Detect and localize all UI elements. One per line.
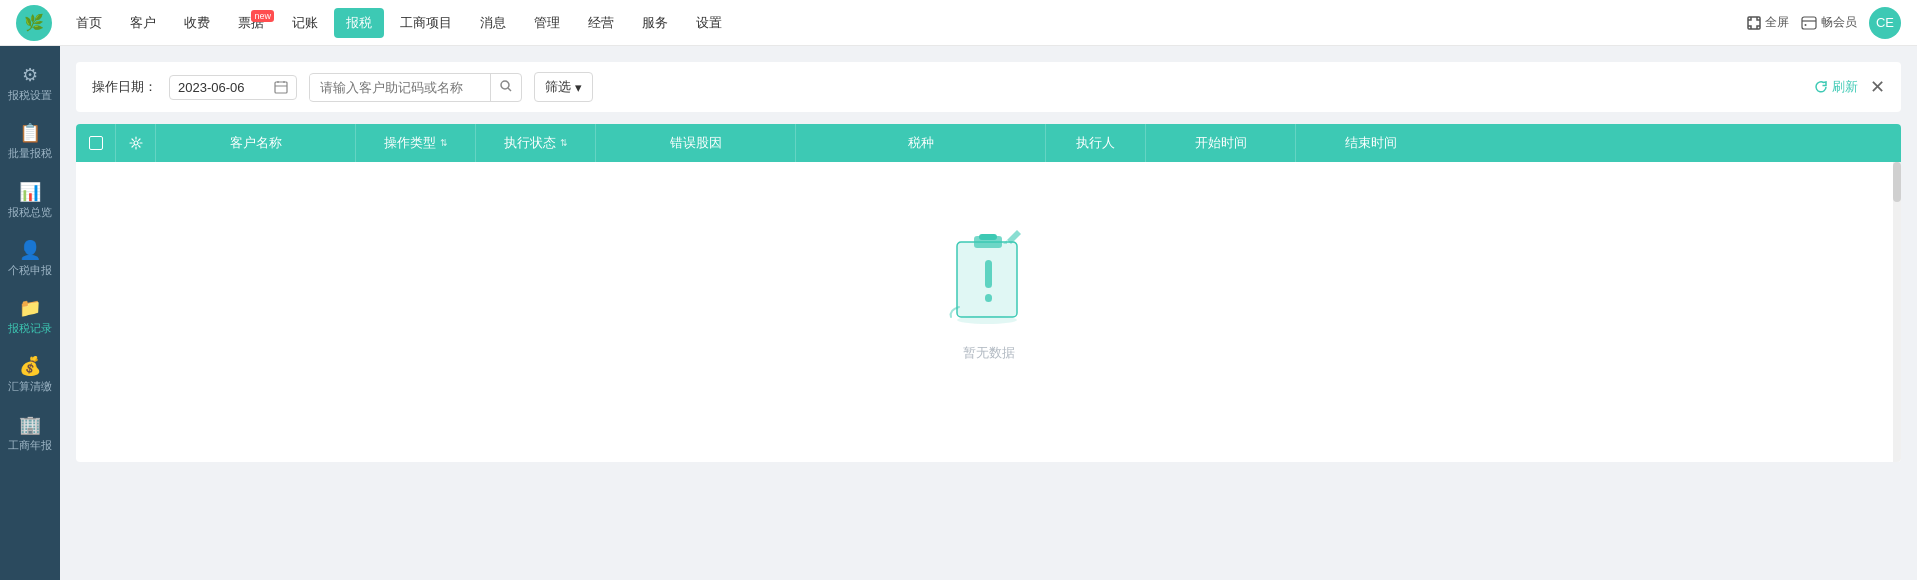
logo[interactable]: 🌿: [16, 5, 52, 41]
sidebar-item-报税总览[interactable]: 📊 报税总览: [0, 173, 60, 227]
avatar[interactable]: CE: [1869, 7, 1901, 39]
svg-point-13: [957, 316, 1017, 324]
nav-badge-票据: new: [251, 10, 274, 22]
sidebar-label-报税设置: 报税设置: [8, 88, 52, 102]
search-icon: [499, 79, 513, 93]
sidebar-item-报税记录[interactable]: 📁 报税记录: [0, 289, 60, 343]
sidebar-item-汇算清缴[interactable]: 💰 汇算清缴: [0, 347, 60, 401]
sidebar-icon-汇算清缴: 💰: [19, 355, 41, 377]
sidebar-label-报税总览: 报税总览: [8, 205, 52, 219]
svg-point-6: [501, 81, 509, 89]
nav-item-报税[interactable]: 报税: [334, 8, 384, 38]
nav-item-收费[interactable]: 收费: [172, 8, 222, 38]
col-executor: 执行人: [1046, 124, 1146, 162]
sidebar-label-汇算清缴: 汇算清缴: [8, 379, 52, 393]
close-button[interactable]: ✕: [1870, 76, 1885, 98]
nav-item-设置[interactable]: 设置: [684, 8, 734, 38]
col-settings[interactable]: [116, 124, 156, 162]
scrollbar-track[interactable]: [1893, 162, 1901, 462]
col-end-time: 结束时间: [1296, 124, 1446, 162]
calendar-icon: [274, 80, 288, 94]
sidebar-icon-报税设置: ⚙: [22, 64, 38, 86]
col-tax-type: 税种: [796, 124, 1046, 162]
svg-point-4: [1805, 24, 1807, 26]
table-body: 暂无数据: [76, 162, 1901, 462]
toolbar-right: 刷新 ✕: [1814, 76, 1885, 98]
nav-item-消息[interactable]: 消息: [468, 8, 518, 38]
member-button[interactable]: 畅会员: [1801, 14, 1857, 31]
fullscreen-button[interactable]: 全屏: [1747, 14, 1789, 31]
sidebar-item-个税申报[interactable]: 👤 个税申报: [0, 231, 60, 285]
member-label: 畅会员: [1821, 14, 1857, 31]
nav-item-管理[interactable]: 管理: [522, 8, 572, 38]
operation-type-sort-icon[interactable]: ⇅: [440, 138, 448, 148]
svg-rect-12: [985, 294, 992, 302]
sidebar-icon-个税申报: 👤: [19, 239, 41, 261]
sidebar-item-报税设置[interactable]: ⚙ 报税设置: [0, 56, 60, 110]
svg-rect-11: [985, 260, 992, 288]
search-button[interactable]: [490, 74, 521, 101]
svg-point-7: [134, 141, 138, 145]
sidebar-label-批量报税: 批量报税: [8, 146, 52, 160]
date-input[interactable]: [178, 80, 268, 95]
filter-button[interactable]: 筛选 ▾: [534, 72, 593, 102]
nav-item-票据[interactable]: 票据new: [226, 8, 276, 38]
nav-menu: 首页客户收费票据new记账报税工商项目消息管理经营服务设置: [64, 8, 1747, 38]
sidebar-item-批量报税[interactable]: 📋 批量报税: [0, 114, 60, 168]
sidebar-icon-报税记录: 📁: [19, 297, 41, 319]
nav-item-客户[interactable]: 客户: [118, 8, 168, 38]
refresh-icon: [1814, 80, 1828, 94]
fullscreen-label: 全屏: [1765, 14, 1789, 31]
sidebar-icon-批量报税: 📋: [19, 122, 41, 144]
toolbar: 操作日期： 筛选 ▾: [76, 62, 1901, 112]
date-label: 操作日期：: [92, 78, 157, 96]
sidebar-label-工商年报: 工商年报: [8, 438, 52, 452]
col-error-reason: 错误股因: [596, 124, 796, 162]
sidebar-item-工商年报[interactable]: 🏢 工商年报: [0, 406, 60, 460]
refresh-label: 刷新: [1832, 78, 1858, 96]
col-operation-type: 操作类型 ⇅: [356, 124, 476, 162]
empty-text: 暂无数据: [963, 344, 1015, 362]
svg-rect-2: [1748, 17, 1760, 29]
top-navigation: 🌿 首页客户收费票据new记账报税工商项目消息管理经营服务设置 全屏 畅会员 C…: [0, 0, 1917, 46]
col-checkbox[interactable]: [76, 124, 116, 162]
table-header: 客户名称 操作类型 ⇅ 执行状态 ⇅ 错误股因 税种 执行人 开始时间: [76, 124, 1901, 162]
top-nav-right: 全屏 畅会员 CE: [1747, 7, 1901, 39]
sidebar-icon-工商年报: 🏢: [19, 414, 41, 436]
nav-item-经营[interactable]: 经营: [576, 8, 626, 38]
col-exec-status: 执行状态 ⇅: [476, 124, 596, 162]
scrollbar-thumb[interactable]: [1893, 162, 1901, 202]
nav-item-首页[interactable]: 首页: [64, 8, 114, 38]
main-content: 操作日期： 筛选 ▾: [60, 46, 1917, 580]
exec-status-sort-icon[interactable]: ⇅: [560, 138, 568, 148]
col-start-time: 开始时间: [1146, 124, 1296, 162]
select-all-checkbox[interactable]: [89, 136, 103, 150]
sidebar-label-报税记录: 报税记录: [8, 321, 52, 335]
svg-text:🌿: 🌿: [24, 13, 44, 32]
close-icon: ✕: [1870, 77, 1885, 97]
sidebar-icon-报税总览: 📊: [19, 181, 41, 203]
svg-rect-3: [1802, 17, 1816, 29]
nav-item-记账[interactable]: 记账: [280, 8, 330, 38]
filter-label: 筛选: [545, 78, 571, 96]
refresh-button[interactable]: 刷新: [1814, 78, 1858, 96]
svg-rect-10: [979, 234, 997, 240]
settings-icon: [129, 136, 143, 150]
col-client-name: 客户名称: [156, 124, 356, 162]
empty-illustration: [939, 222, 1039, 332]
filter-chevron-icon: ▾: [575, 80, 582, 95]
sidebar: ⚙ 报税设置 📋 批量报税 📊 报税总览 👤 个税申报 📁 报税记录 💰 汇算清缴 🏢 工商年报: [0, 46, 60, 580]
search-box: [309, 73, 522, 102]
date-picker[interactable]: [169, 75, 297, 100]
nav-item-工商项目[interactable]: 工商项目: [388, 8, 464, 38]
svg-rect-5: [275, 82, 287, 93]
nav-item-服务[interactable]: 服务: [630, 8, 680, 38]
data-table: 客户名称 操作类型 ⇅ 执行状态 ⇅ 错误股因 税种 执行人 开始时间: [76, 124, 1901, 462]
sidebar-label-个税申报: 个税申报: [8, 263, 52, 277]
search-input[interactable]: [310, 75, 490, 100]
empty-state: 暂无数据: [76, 162, 1901, 442]
